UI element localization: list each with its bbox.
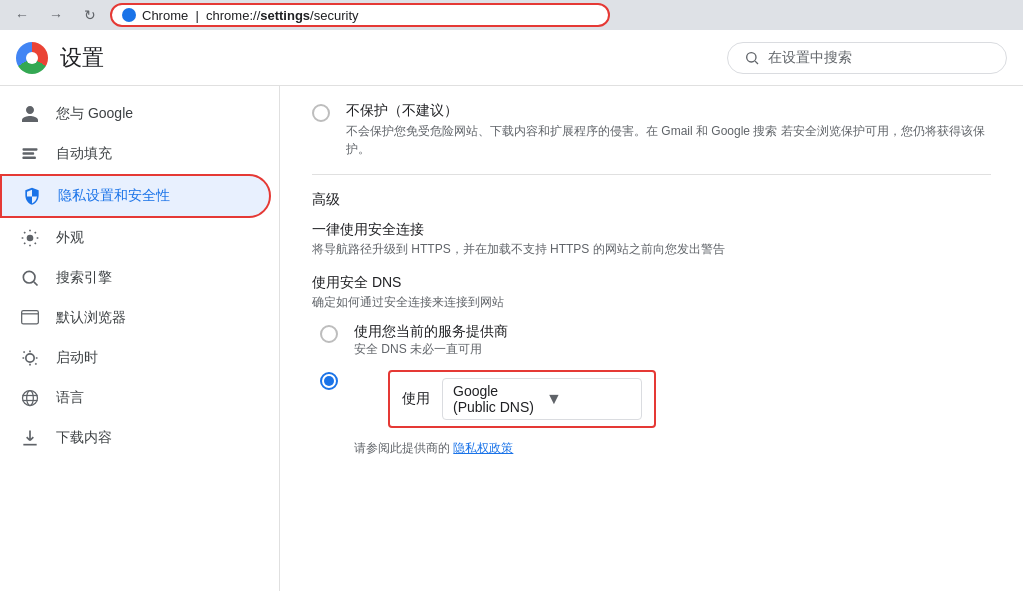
sidebar-item-language-label: 语言 [56,389,84,407]
sidebar-item-search-label: 搜索引擎 [56,269,112,287]
svg-point-11 [23,391,38,406]
search-icon [744,50,760,66]
privacy-policy-row: 请参阅此提供商的 隐私权政策 [320,440,991,457]
dns-title: 使用安全 DNS [312,274,991,292]
dns-dropdown-row[interactable]: 使用 Google (Public DNS) ▼ [388,370,656,428]
download-icon [20,428,40,448]
no-protection-option[interactable]: 不保护（不建议） 不会保护您免受危险网站、下载内容和扩展程序的侵害。在 Gmai… [312,102,991,158]
startup-icon [20,348,40,368]
dns-current-desc: 安全 DNS 未必一直可用 [354,341,508,358]
dns-custom-radio[interactable] [320,372,338,390]
language-icon [20,388,40,408]
privacy-policy-prefix: 请参阅此提供商的 [354,441,450,455]
browser-chrome: ← → ↻ Chrome | chrome://settings/securit… [0,0,1023,30]
sidebar-item-google[interactable]: 您与 Google [0,94,271,134]
page-title: 设置 [60,43,715,73]
settings-header: 设置 在设置中搜索 [0,30,1023,86]
sidebar-item-appearance[interactable]: 外观 [0,218,271,258]
svg-line-1 [755,61,758,64]
privacy-policy-link[interactable]: 隐私权政策 [453,441,513,455]
svg-point-12 [27,391,34,406]
search-engine-icon [20,268,40,288]
dns-current-title: 使用您当前的服务提供商 [354,323,508,341]
svg-point-0 [747,52,756,61]
reload-button[interactable]: ↻ [76,1,104,29]
google-icon [20,104,40,124]
sidebar-item-google-label: 您与 Google [56,105,133,123]
back-button[interactable]: ← [8,1,36,29]
url-text: Chrome | chrome://settings/security [142,8,359,23]
svg-rect-8 [22,311,39,324]
sidebar-item-appearance-label: 外观 [56,229,84,247]
dns-provider-value: Google (Public DNS) [453,383,538,415]
https-desc: 将导航路径升级到 HTTPS，并在加载不支持 HTTPS 的网站之前向您发出警告 [312,241,991,258]
sidebar-item-privacy-label: 隐私设置和安全性 [58,187,170,205]
sidebar-item-privacy[interactable]: 隐私设置和安全性 [0,174,271,218]
search-box[interactable]: 在设置中搜索 [727,42,1007,74]
svg-point-6 [23,271,35,283]
sidebar-item-language[interactable]: 语言 [0,378,271,418]
autofill-icon [20,144,40,164]
sidebar-item-startup[interactable]: 启动时 [0,338,271,378]
svg-point-5 [27,235,34,242]
address-bar[interactable]: Chrome | chrome://settings/security [110,3,610,27]
sidebar-item-autofill-label: 自动填充 [56,145,112,163]
chevron-down-icon: ▼ [546,390,631,408]
svg-point-10 [26,354,34,362]
dns-options: 使用您当前的服务提供商 安全 DNS 未必一直可用 使用 Google (Pub… [312,323,991,457]
sidebar-item-search[interactable]: 搜索引擎 [0,258,271,298]
forward-button[interactable]: → [42,1,70,29]
dns-current-radio[interactable] [320,325,338,343]
svg-rect-2 [23,148,38,151]
advanced-label: 高级 [312,191,991,209]
no-protection-title: 不保护（不建议） [346,102,991,120]
https-title: 一律使用安全连接 [312,221,991,239]
site-icon [122,8,136,22]
sidebar-item-download[interactable]: 下载内容 [0,418,271,458]
https-setting: 一律使用安全连接 将导航路径升级到 HTTPS，并在加载不支持 HTTPS 的网… [312,221,991,258]
sidebar-item-browser[interactable]: 默认浏览器 [0,298,271,338]
dns-provider-select[interactable]: Google (Public DNS) ▼ [442,378,642,420]
browser-icon [20,308,40,328]
sidebar-item-browser-label: 默认浏览器 [56,309,126,327]
chrome-logo [16,42,48,74]
no-protection-desc: 不会保护您免受危险网站、下载内容和扩展程序的侵害。在 Gmail 和 Googl… [346,122,991,158]
no-protection-text: 不保护（不建议） 不会保护您免受危险网站、下载内容和扩展程序的侵害。在 Gmai… [346,102,991,158]
dns-desc: 确定如何通过安全连接来连接到网站 [312,294,991,311]
appearance-icon [20,228,40,248]
content-area: 您与 Google 自动填充 隐私设置和安全性 外观 [0,86,1023,591]
sidebar: 您与 Google 自动填充 隐私设置和安全性 外观 [0,86,280,591]
privacy-icon [22,186,42,206]
dns-option-custom[interactable]: 使用 Google (Public DNS) ▼ [320,370,991,428]
dns-dropdown-label: 使用 [402,390,430,408]
dns-setting: 使用安全 DNS 确定如何通过安全连接来连接到网站 使用您当前的服务提供商 安全… [312,274,991,457]
dns-current-text: 使用您当前的服务提供商 安全 DNS 未必一直可用 [354,323,508,358]
main-content: 不保护（不建议） 不会保护您免受危险网站、下载内容和扩展程序的侵害。在 Gmai… [280,86,1023,591]
no-protection-radio[interactable] [312,104,330,122]
dns-option-current[interactable]: 使用您当前的服务提供商 安全 DNS 未必一直可用 [320,323,991,358]
sidebar-item-download-label: 下载内容 [56,429,112,447]
svg-line-7 [34,282,38,286]
svg-rect-3 [23,152,35,155]
svg-rect-4 [23,157,36,160]
section-divider [312,174,991,175]
sidebar-item-autofill[interactable]: 自动填充 [0,134,271,174]
settings-page: 设置 在设置中搜索 您与 Google 自动填充 [0,30,1023,591]
sidebar-item-startup-label: 启动时 [56,349,98,367]
search-placeholder: 在设置中搜索 [768,49,852,67]
